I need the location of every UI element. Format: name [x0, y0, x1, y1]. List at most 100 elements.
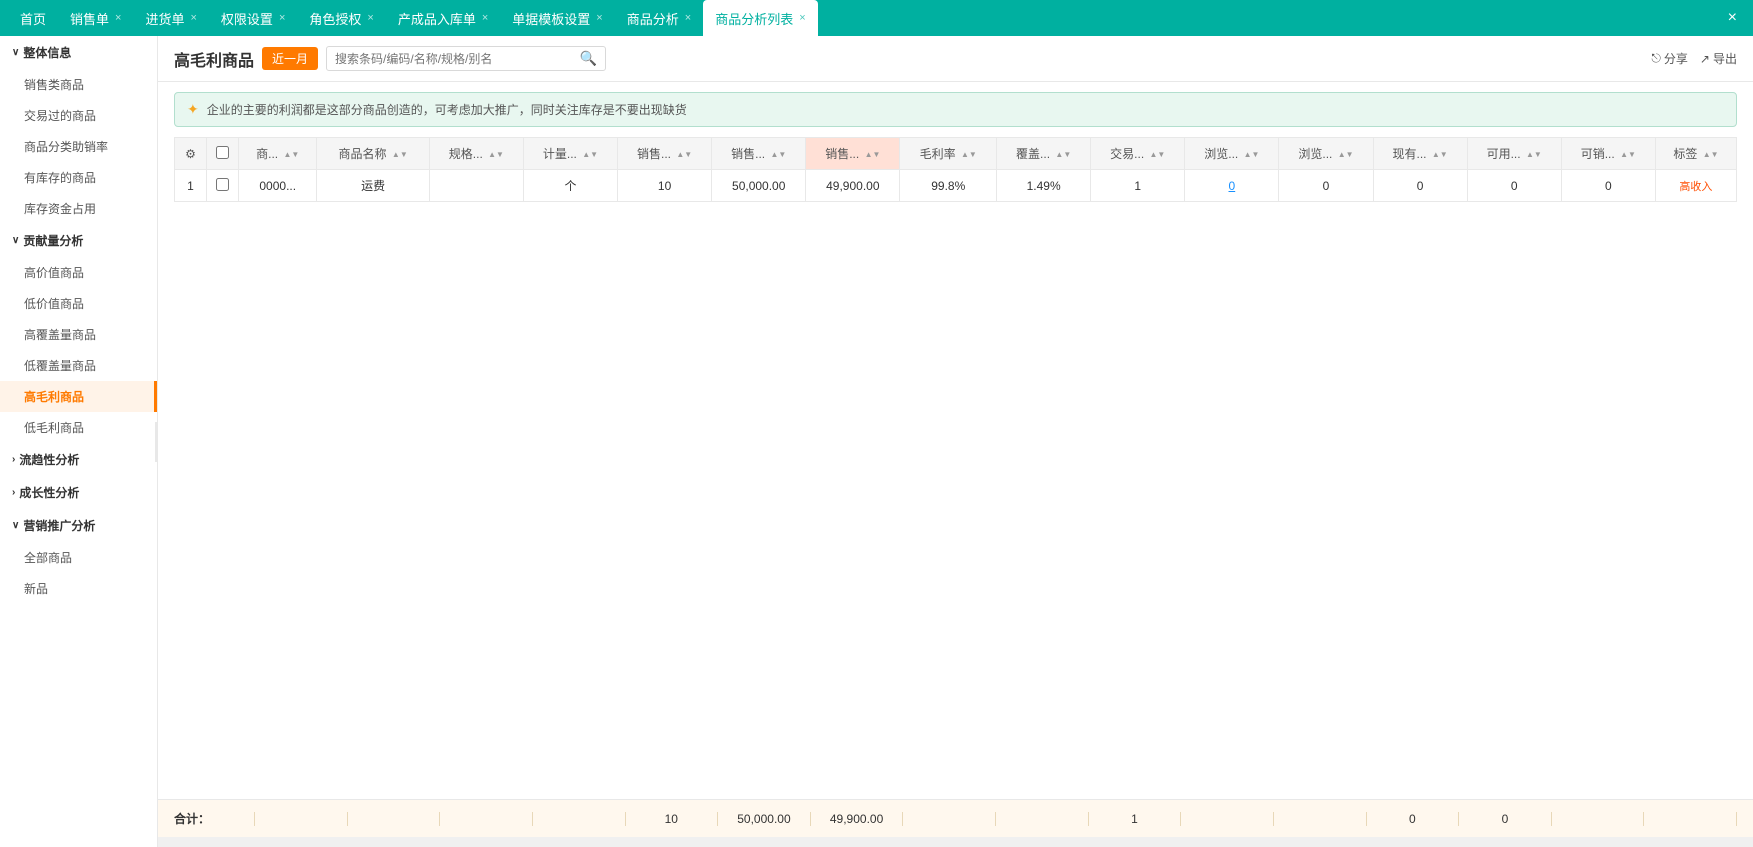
col-name[interactable]: 商品名称 ▲▼	[317, 138, 429, 170]
sort-icon-2[interactable]: ▲▼	[392, 150, 408, 159]
sort-icon-5[interactable]: ▲▼	[676, 150, 692, 159]
sidebar-item-low-value[interactable]: 低价值商品	[0, 288, 157, 319]
sort-icon-12[interactable]: ▲▼	[1338, 150, 1354, 159]
cell-browse1[interactable]: 0	[1185, 170, 1279, 202]
sort-icon-8[interactable]: ▲▼	[961, 150, 977, 159]
arrow-down-icon-2: ∨	[12, 235, 19, 246]
col-code[interactable]: 商... ▲▼	[239, 138, 317, 170]
sidebar-item-category-rate[interactable]: 商品分类助销率	[0, 131, 157, 162]
col-available[interactable]: 可用... ▲▼	[1467, 138, 1561, 170]
col-tag[interactable]: 标签 ▲▼	[1655, 138, 1736, 170]
sort-icon-15[interactable]: ▲▼	[1620, 150, 1636, 159]
sort-icon-3[interactable]: ▲▼	[488, 150, 504, 159]
col-trade[interactable]: 交易... ▲▼	[1091, 138, 1185, 170]
col-browse1[interactable]: 浏览... ▲▼	[1185, 138, 1279, 170]
sidebar-group-contribution[interactable]: ∨ 贡献量分析	[0, 224, 157, 257]
col-sellable[interactable]: 可销... ▲▼	[1561, 138, 1655, 170]
nav-home[interactable]: 首页	[8, 0, 58, 36]
col-checkbox[interactable]	[207, 138, 239, 170]
cell-checkbox[interactable]	[207, 170, 239, 202]
col-settings[interactable]: ⚙	[175, 138, 207, 170]
col-sales-cost[interactable]: 销售... ▲▼	[806, 138, 900, 170]
sort-icon-6[interactable]: ▲▼	[770, 150, 786, 159]
sort-icon-10[interactable]: ▲▼	[1150, 150, 1166, 159]
nav-sales[interactable]: 销售单 ×	[58, 0, 133, 36]
cell-sales-qty: 10	[618, 170, 712, 202]
browse1-link[interactable]: 0	[1229, 179, 1236, 193]
sidebar-item-stock-capital[interactable]: 库存资金占用	[0, 193, 157, 224]
sidebar-group-growth[interactable]: › 成长性分析	[0, 476, 157, 509]
nav-sales-close[interactable]: ×	[115, 12, 121, 24]
time-filter-button[interactable]: 近一月	[262, 47, 318, 70]
col-stock[interactable]: 现有... ▲▼	[1373, 138, 1467, 170]
nav-product-analysis-close[interactable]: ×	[685, 12, 691, 24]
table-row: 1 0000... 运费 个 10 50,000.00 49,900.00 99…	[175, 170, 1737, 202]
sidebar-item-new-goods[interactable]: 新品	[0, 573, 157, 604]
sort-icon-11[interactable]: ▲▼	[1244, 150, 1260, 159]
sidebar-item-low-coverage[interactable]: 低覆盖量商品	[0, 350, 157, 381]
select-all-checkbox[interactable]	[216, 146, 229, 159]
nav-product-analysis-list[interactable]: 商品分析列表 ×	[703, 0, 817, 36]
sidebar-group-marketing[interactable]: ∨ 营销推广分析	[0, 509, 157, 542]
sidebar-item-traded-goods[interactable]: 交易过的商品	[0, 100, 157, 131]
search-icon[interactable]: 🔍	[580, 50, 597, 67]
horizontal-scrollbar[interactable]	[158, 837, 1753, 847]
arrow-down-icon-3: ∨	[12, 520, 19, 531]
nav-purchase[interactable]: 进货单 ×	[133, 0, 208, 36]
export-button[interactable]: ↗ 导出	[1700, 50, 1737, 67]
nav-template[interactable]: 单据模板设置 ×	[500, 0, 614, 36]
col-sales-amount[interactable]: 销售... ▲▼	[712, 138, 806, 170]
cell-code: 0000...	[239, 170, 317, 202]
footer-stock: 0	[1367, 812, 1460, 826]
nav-product-analysis-list-close[interactable]: ×	[799, 12, 805, 24]
sidebar-item-high-value[interactable]: 高价值商品	[0, 257, 157, 288]
sort-icon-13[interactable]: ▲▼	[1432, 150, 1448, 159]
footer-empty-2	[348, 812, 441, 826]
nav-role[interactable]: 角色授权 ×	[297, 0, 385, 36]
nav-product-analysis[interactable]: 商品分析 ×	[615, 0, 703, 36]
search-input[interactable]	[335, 52, 576, 66]
nav-template-close[interactable]: ×	[596, 12, 602, 24]
cell-name: 运费	[317, 170, 429, 202]
sidebar-collapse-button[interactable]: 《	[155, 422, 158, 462]
sort-icon-4[interactable]: ▲▼	[582, 150, 598, 159]
nav-product-inbound[interactable]: 产成品入库单 ×	[386, 0, 500, 36]
col-coverage[interactable]: 覆盖... ▲▼	[997, 138, 1091, 170]
footer-empty-3	[440, 812, 533, 826]
sort-icon-16[interactable]: ▲▼	[1703, 150, 1719, 159]
sidebar-item-high-coverage[interactable]: 高覆盖量商品	[0, 319, 157, 350]
col-gross-rate[interactable]: 毛利率 ▲▼	[900, 138, 997, 170]
sort-icon-7[interactable]: ▲▼	[865, 150, 881, 159]
window-close-button[interactable]: ×	[1720, 9, 1745, 27]
footer-empty-4	[533, 812, 626, 826]
col-spec[interactable]: 规格... ▲▼	[429, 138, 523, 170]
sidebar-item-in-stock[interactable]: 有库存的商品	[0, 162, 157, 193]
footer-empty-10	[1644, 812, 1737, 826]
cell-num: 1	[175, 170, 207, 202]
share-button[interactable]: ⎋ 分享	[1651, 50, 1688, 67]
sort-icon-14[interactable]: ▲▼	[1526, 150, 1542, 159]
high-income-tag: 高收入	[1679, 181, 1712, 193]
sidebar-group-overview[interactable]: ∨ 整体信息	[0, 36, 157, 69]
sidebar-item-low-margin[interactable]: 低毛利商品	[0, 412, 157, 443]
sort-icon-9[interactable]: ▲▼	[1055, 150, 1071, 159]
row-checkbox[interactable]	[216, 178, 229, 191]
sidebar-item-all-goods[interactable]: 全部商品	[0, 542, 157, 573]
col-browse2[interactable]: 浏览... ▲▼	[1279, 138, 1373, 170]
col-sales-qty[interactable]: 销售... ▲▼	[618, 138, 712, 170]
footer-empty-7	[1181, 812, 1274, 826]
nav-purchase-close[interactable]: ×	[190, 12, 196, 24]
data-table: ⚙ 商... ▲▼ 商品名称 ▲▼ 规格...	[174, 137, 1737, 202]
content-header: 高毛利商品 近一月 🔍 ⎋ 分享 ↗ 导出	[158, 36, 1753, 82]
nav-permission-close[interactable]: ×	[279, 12, 285, 24]
sidebar-group-flow[interactable]: › 流趋性分析	[0, 443, 157, 476]
nav-product-inbound-close[interactable]: ×	[482, 12, 488, 24]
sidebar-item-high-margin[interactable]: 高毛利商品	[0, 381, 157, 412]
sort-icon[interactable]: ▲▼	[283, 150, 299, 159]
col-unit[interactable]: 计量... ▲▼	[523, 138, 617, 170]
sidebar-item-sales-goods[interactable]: 销售类商品	[0, 69, 157, 100]
footer-sales-cost: 49,900.00	[811, 812, 904, 826]
nav-permission[interactable]: 权限设置 ×	[209, 0, 297, 36]
arrow-down-icon: ∨	[12, 47, 19, 58]
nav-role-close[interactable]: ×	[367, 12, 373, 24]
